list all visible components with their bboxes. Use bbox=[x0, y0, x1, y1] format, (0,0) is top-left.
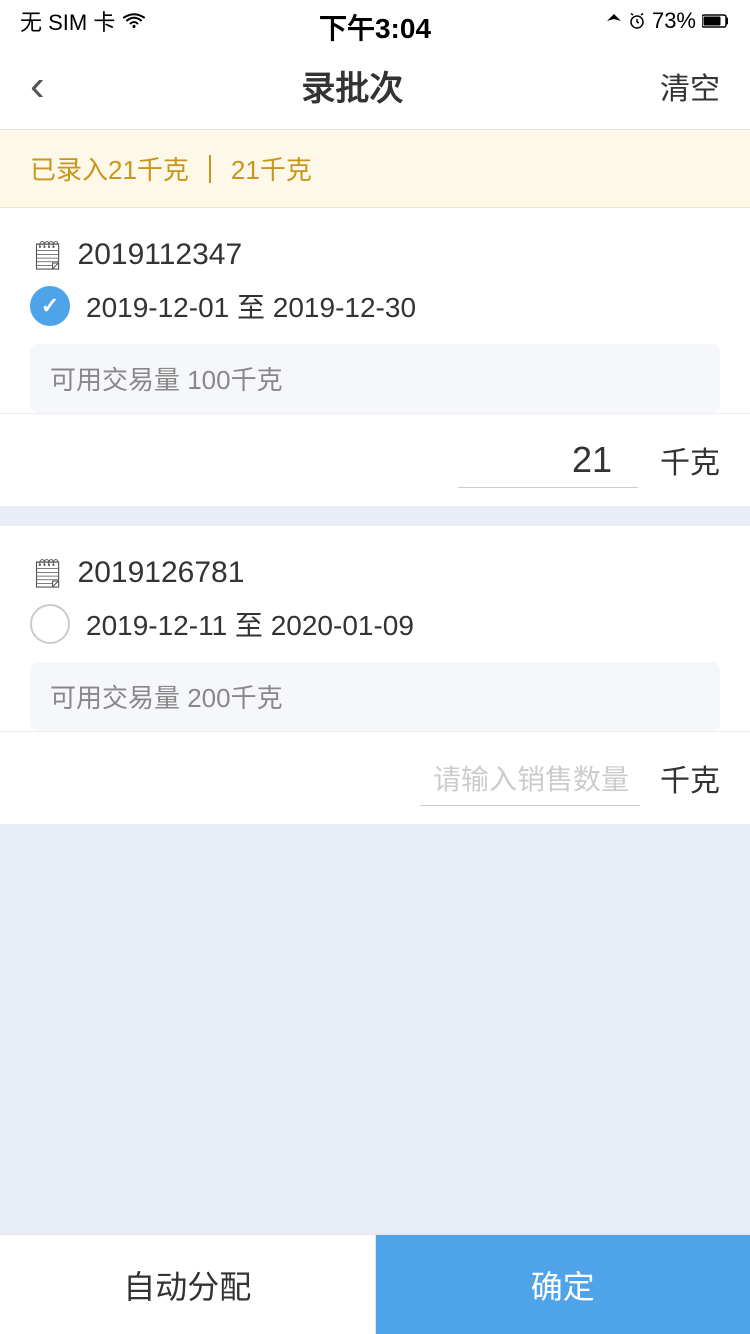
alarm-icon bbox=[628, 12, 646, 30]
batch2-date-row[interactable]: 2019-12-11 至 2020-01-09 bbox=[30, 604, 720, 644]
empty-space bbox=[0, 824, 750, 1284]
batch2-quantity-row[interactable]: 千克 bbox=[0, 731, 750, 824]
batch1-quantity: 21 bbox=[572, 439, 612, 481]
batch2-unit: 千克 bbox=[660, 756, 720, 800]
confirm-button[interactable]: 确定 bbox=[376, 1235, 750, 1334]
batch1-unit: 千克 bbox=[660, 438, 720, 482]
back-button[interactable]: ‹ bbox=[30, 61, 45, 111]
batch1-radio[interactable] bbox=[30, 286, 70, 326]
status-time: 下午3:04 bbox=[319, 7, 431, 47]
batch1-date: 2019-12-01 至 2019-12-30 bbox=[86, 286, 416, 326]
nav-bar: ‹ 录批次 清空 bbox=[0, 42, 750, 130]
batch1-id-icon: 🗒 bbox=[30, 239, 66, 272]
batch2-input-underline bbox=[420, 805, 640, 806]
clear-button[interactable]: 清空 bbox=[660, 64, 720, 108]
battery-percent: 73% bbox=[652, 8, 696, 34]
auto-distribute-button[interactable]: 自动分配 bbox=[0, 1235, 376, 1334]
batch2-available: 可用交易量 200千克 bbox=[30, 662, 720, 731]
battery-icon bbox=[702, 14, 730, 28]
batch-card-2: 🗒 2019126781 2019-12-11 至 2020-01-09 可用交… bbox=[0, 526, 750, 731]
status-bar: 无 SIM 卡 下午3:04 73% bbox=[0, 0, 750, 42]
batch1-available: 可用交易量 100千克 bbox=[30, 344, 720, 413]
recorded-amount-value: 21千克 bbox=[231, 150, 312, 187]
sim-label: 无 SIM 卡 bbox=[20, 5, 115, 37]
batch2-header: 🗒 2019126781 bbox=[30, 556, 720, 590]
location-icon bbox=[606, 13, 622, 29]
batch1-quantity-row: 21 千克 bbox=[0, 413, 750, 506]
status-right: 73% bbox=[606, 8, 730, 34]
batch1-id: 2019112347 bbox=[78, 238, 243, 272]
section-separator bbox=[0, 506, 750, 526]
batch2-quantity-input[interactable] bbox=[344, 760, 644, 797]
batch1-underline bbox=[458, 487, 638, 488]
batch-card-1: 🗒 2019112347 2019-12-01 至 2019-12-30 可用交… bbox=[0, 208, 750, 413]
batch2-id: 2019126781 bbox=[78, 556, 245, 590]
recorded-amount-label: 已录入21千克 bbox=[30, 150, 189, 187]
info-banner: 已录入21千克 21千克 bbox=[0, 130, 750, 208]
batch1-header: 🗒 2019112347 bbox=[30, 238, 720, 272]
page-title: 录批次 bbox=[301, 61, 403, 110]
status-left: 无 SIM 卡 bbox=[20, 5, 145, 37]
bottom-bar: 自动分配 确定 bbox=[0, 1234, 750, 1334]
batch2-date: 2019-12-11 至 2020-01-09 bbox=[86, 604, 414, 644]
batch1-date-row[interactable]: 2019-12-01 至 2019-12-30 bbox=[30, 286, 720, 326]
info-divider bbox=[209, 155, 211, 183]
wifi-icon bbox=[123, 13, 145, 29]
batch2-radio[interactable] bbox=[30, 604, 70, 644]
batch2-id-icon: 🗒 bbox=[30, 557, 66, 590]
